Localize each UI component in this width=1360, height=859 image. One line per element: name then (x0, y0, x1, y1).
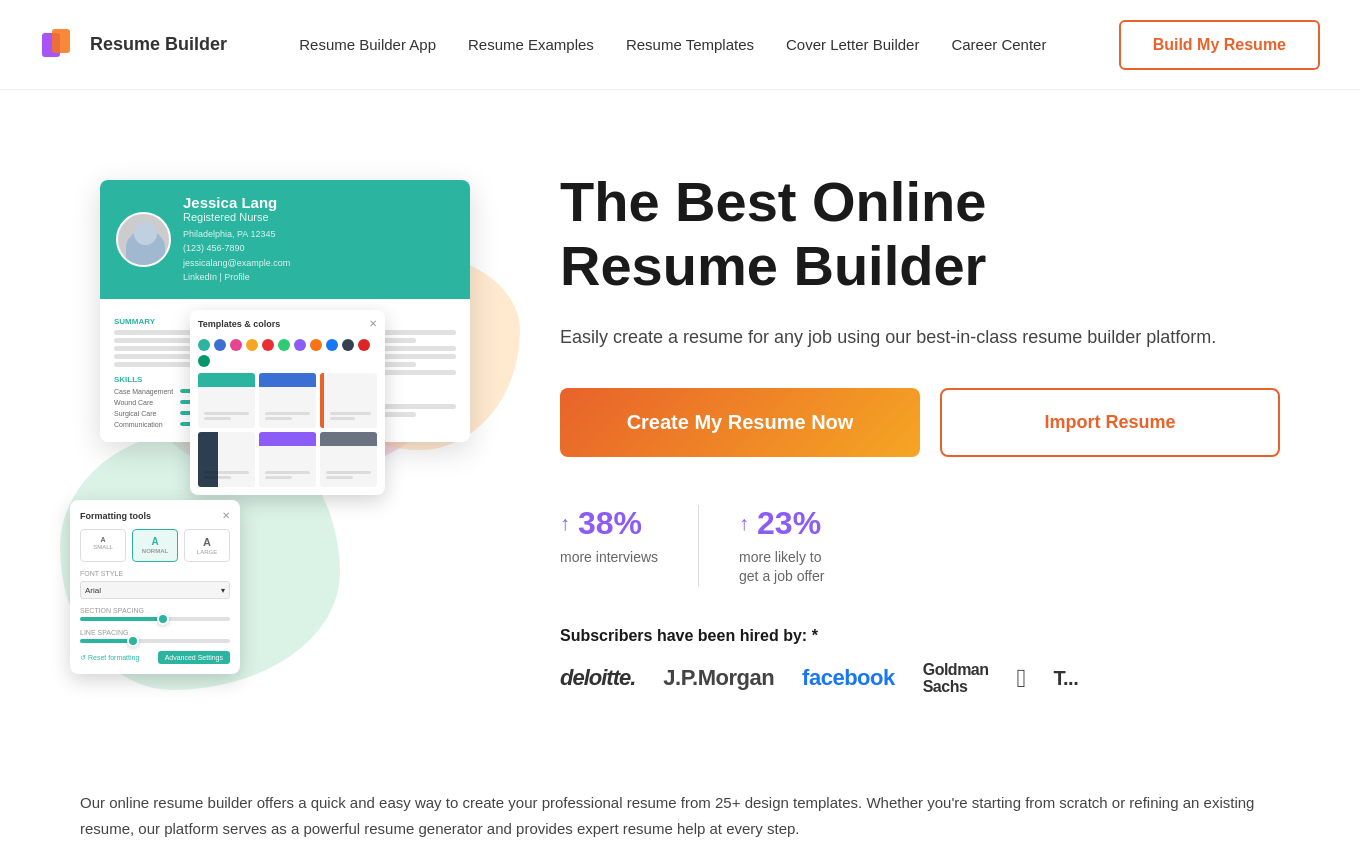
stat-interviews-number: ↑ 38% (560, 505, 658, 542)
resume-avatar (116, 212, 171, 267)
template-preview[interactable] (259, 373, 316, 428)
template-previews (198, 373, 377, 487)
logo-text: Resume Builder (90, 34, 227, 55)
resume-header: Jessica Lang Registered Nurse Philadelph… (100, 180, 470, 299)
formatting-panel: Formatting tools ✕ A SMALL A NORMAL A LA… (70, 500, 240, 674)
template-preview[interactable] (320, 432, 377, 487)
resume-name-block: Jessica Lang Registered Nurse Philadelph… (183, 194, 290, 285)
logo[interactable]: Resume Builder (40, 25, 227, 65)
color-dot[interactable] (230, 339, 242, 351)
deloitte-logo: deloitte. (560, 665, 635, 691)
color-dot[interactable] (198, 355, 210, 367)
header: Resume Builder Resume Builder App Resume… (0, 0, 1360, 90)
stat-job-offer: ↑ 23% more likely toget a job offer (698, 505, 864, 587)
color-dot[interactable] (342, 339, 354, 351)
slider-line-label: LINE SPACING (80, 629, 230, 636)
advanced-settings-button[interactable]: Advanced Settings (158, 651, 230, 664)
templates-panel-title: Templates & colors (198, 319, 280, 329)
resume-contact: Philadelphia, PA 12345 (123) 456-7890 je… (183, 227, 290, 285)
resume-name: Jessica Lang (183, 194, 290, 211)
logo-icon (40, 25, 80, 65)
hero-content: The Best Online Resume Builder Easily cr… (560, 150, 1320, 726)
line-spacing-slider[interactable] (80, 639, 230, 643)
slider-spacing-label: SECTION SPACING (80, 607, 230, 614)
color-dots (198, 339, 377, 367)
template-preview[interactable] (320, 373, 377, 428)
resume-job-title: Registered Nurse (183, 211, 290, 223)
hero-subtitle: Easily create a resume for any job using… (560, 323, 1240, 352)
color-dot[interactable] (262, 339, 274, 351)
stat-offer-label: more likely toget a job offer (739, 548, 824, 587)
font-dropdown-icon: ▾ (221, 586, 225, 595)
main-nav: Resume Builder App Resume Examples Resum… (299, 36, 1046, 53)
size-normal[interactable]: A NORMAL (132, 529, 178, 562)
formatting-panel-close-icon[interactable]: ✕ (222, 510, 230, 521)
nav-cover-link[interactable]: Cover Letter Builder (786, 36, 919, 53)
hero-image-area: Jessica Lang Registered Nurse Philadelph… (40, 150, 520, 730)
color-dot[interactable] (358, 339, 370, 351)
nav-career-link[interactable]: Career Center (951, 36, 1046, 53)
templates-panel-close[interactable]: ✕ (369, 318, 377, 329)
company-logos: deloitte. J.P.Morgan facebook GoldmanSac… (560, 661, 1320, 696)
nav-templates-link[interactable]: Resume Templates (626, 36, 754, 53)
template-preview[interactable] (198, 373, 255, 428)
bottom-description: Our online resume builder offers a quick… (40, 770, 1320, 859)
nav-builder-link[interactable]: Resume Builder App (299, 36, 436, 53)
goldman-logo: GoldmanSachs (923, 661, 989, 696)
stat-interviews-label: more interviews (560, 548, 658, 568)
formatting-panel-title: Formatting tools (80, 511, 151, 521)
section-spacing-slider[interactable] (80, 617, 230, 621)
hero-section: Jessica Lang Registered Nurse Philadelph… (0, 90, 1360, 770)
stat-offer-number: ↑ 23% (739, 505, 824, 542)
color-dot[interactable] (198, 339, 210, 351)
t-logo: T... (1054, 667, 1079, 690)
facebook-logo: facebook (802, 665, 895, 691)
reset-formatting-button[interactable]: ↺ Reset formatting (80, 654, 139, 662)
stats-row: ↑ 38% more interviews ↑ 23% more likely … (560, 505, 1320, 587)
size-large[interactable]: A LARGE (184, 529, 230, 562)
stat-arrow-up2: ↑ (739, 512, 749, 535)
hero-title: The Best Online Resume Builder (560, 170, 1320, 299)
stat-interviews: ↑ 38% more interviews (560, 505, 698, 587)
font-value: Arial (85, 586, 101, 595)
create-resume-button[interactable]: Create My Resume Now (560, 388, 920, 457)
cta-buttons: Create My Resume Now Import Resume (560, 388, 1320, 457)
size-options: A SMALL A NORMAL A LARGE (80, 529, 230, 562)
color-dot[interactable] (310, 339, 322, 351)
nav-examples-link[interactable]: Resume Examples (468, 36, 594, 53)
template-preview[interactable] (198, 432, 255, 487)
hired-title: Subscribers have been hired by: * (560, 627, 1320, 645)
size-small[interactable]: A SMALL (80, 529, 126, 562)
template-preview[interactable] (259, 432, 316, 487)
templates-panel: Templates & colors ✕ (190, 310, 385, 495)
color-dot[interactable] (294, 339, 306, 351)
color-dot[interactable] (326, 339, 338, 351)
color-dot[interactable] (246, 339, 258, 351)
color-dot[interactable] (214, 339, 226, 351)
jpmorgan-logo: J.P.Morgan (663, 665, 774, 691)
import-resume-button[interactable]: Import Resume (940, 388, 1280, 457)
reset-icon: ↺ (80, 654, 86, 662)
color-dot[interactable] (278, 339, 290, 351)
hired-section: Subscribers have been hired by: * deloit… (560, 627, 1320, 696)
font-select[interactable]: Arial ▾ (80, 581, 230, 599)
apple-logo:  (1017, 663, 1026, 694)
stat-arrow-up: ↑ (560, 512, 570, 535)
font-style-label: FONT STYLE (80, 570, 230, 577)
build-my-resume-button[interactable]: Build My Resume (1119, 20, 1320, 70)
svg-rect-1 (52, 29, 70, 53)
